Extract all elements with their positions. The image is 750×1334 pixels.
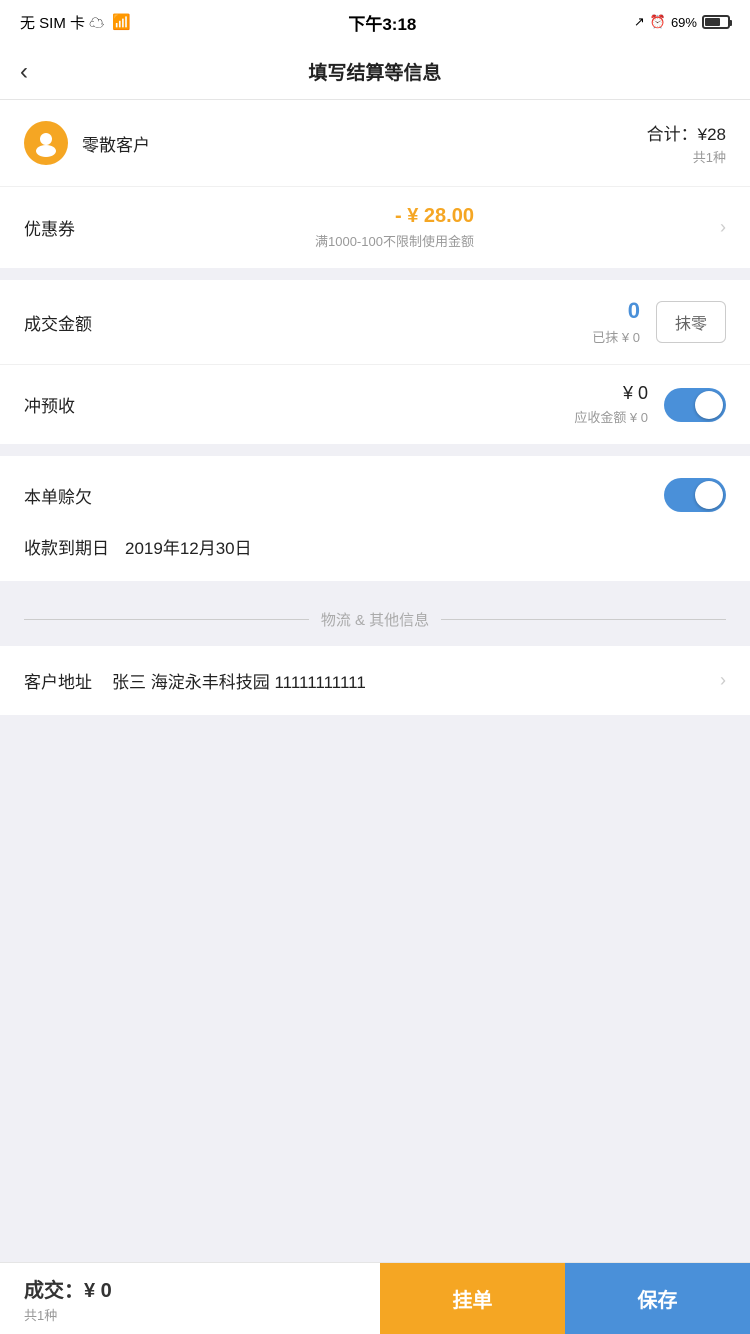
coupon-info: - ¥ 28.00 满1000-100不限制使用金额	[315, 205, 474, 250]
address-section[interactable]: 客户地址 张三 海淀永丰科技园 11111111111 ›	[0, 646, 750, 715]
advance-label: 冲预收	[24, 392, 75, 417]
duedate-label: 收款到期日	[24, 534, 109, 559]
avatar	[24, 121, 68, 165]
address-row[interactable]: 客户地址 张三 海淀永丰科技园 11111111111 ›	[0, 646, 750, 715]
page-title: 填写结算等信息	[308, 58, 441, 85]
debt-label: 本单赊欠	[24, 483, 92, 508]
empty-space	[0, 715, 750, 975]
location-icon: ↗	[634, 14, 645, 30]
address-label: 客户地址	[24, 668, 92, 693]
logistics-divider: 物流 & 其他信息	[0, 593, 750, 646]
deal-right: 0 已抹 ¥ 0 抹零	[592, 298, 726, 346]
coupon-row[interactable]: 优惠券 - ¥ 28.00 满1000-100不限制使用金额 ›	[0, 186, 750, 268]
total-amount: 合计：¥28	[647, 120, 726, 145]
divider-line-right	[441, 619, 726, 620]
advance-col: ¥ 0 应收金额 ¥ 0	[574, 383, 648, 426]
customer-info: 零散客户	[24, 121, 150, 165]
logistics-section: 物流 & 其他信息	[0, 593, 750, 646]
status-right: ↗ ⏰ 69%	[634, 14, 730, 30]
debt-toggle-thumb	[695, 481, 723, 509]
nav-bar: ‹ 填写结算等信息	[0, 44, 750, 100]
coupon-label: 优惠券	[24, 215, 75, 240]
deal-amount-col: 0 已抹 ¥ 0	[592, 298, 640, 346]
coupon-desc: 满1000-100不限制使用金额	[315, 231, 474, 250]
customer-total: 合计：¥28 共1种	[647, 120, 726, 166]
bottom-count: 共1种	[24, 1305, 356, 1324]
duedate-value: 2019年12月30日	[125, 534, 252, 559]
toggle-thumb	[695, 391, 723, 419]
round-button[interactable]: 抹零	[656, 301, 726, 343]
save-button[interactable]: 保存	[565, 1263, 750, 1334]
wifi-icon: 📶	[112, 13, 131, 31]
deal-label: 成交金额	[24, 310, 92, 335]
deal-row: 成交金额 0 已抹 ¥ 0 抹零	[0, 280, 750, 365]
divider-line-left	[24, 619, 309, 620]
advance-toggle[interactable]	[664, 388, 726, 422]
logistics-label: 物流 & 其他信息	[321, 609, 429, 630]
battery-percent: 69%	[671, 15, 697, 30]
debt-row: 本单赊欠	[0, 456, 750, 534]
bottom-deal-label: 成交：	[24, 1280, 84, 1302]
deal-amount: 0	[628, 298, 640, 324]
customer-name: 零散客户	[82, 131, 150, 156]
advance-row: 冲预收 ¥ 0 应收金额 ¥ 0	[0, 365, 750, 444]
sim-status: 无 SIM 卡 ☁	[20, 12, 104, 33]
status-left: 无 SIM 卡 ☁ 📶	[20, 12, 131, 33]
bottom-info: 成交：¥ 0 共1种	[0, 1274, 380, 1324]
address-chevron-icon: ›	[720, 670, 726, 691]
customer-section: 零散客户 合计：¥28 共1种 优惠券 - ¥ 28.00 满1000-100不…	[0, 100, 750, 268]
back-button[interactable]: ‹	[12, 50, 36, 94]
advance-right: ¥ 0 应收金额 ¥ 0	[574, 383, 726, 426]
advance-value: ¥ 0	[623, 383, 648, 404]
status-bar: 无 SIM 卡 ☁ 📶 下午3:18 ↗ ⏰ 69%	[0, 0, 750, 44]
total-count: 共1种	[647, 147, 726, 166]
alarm-icon: ⏰	[650, 14, 666, 30]
duedate-row: 收款到期日 2019年12月30日	[0, 534, 750, 581]
address-value: 张三 海淀永丰科技园 11111111111	[112, 668, 714, 693]
coupon-discount: - ¥ 28.00	[395, 205, 474, 228]
bottom-deal-value: ¥ 0	[84, 1280, 112, 1302]
status-time: 下午3:18	[348, 10, 416, 35]
deal-sub: 已抹 ¥ 0	[592, 327, 640, 346]
hold-button[interactable]: 挂单	[380, 1263, 565, 1334]
chevron-right-icon: ›	[720, 217, 726, 238]
bottom-deal: 成交：¥ 0	[24, 1274, 356, 1303]
deal-section: 成交金额 0 已抹 ¥ 0 抹零 冲预收 ¥ 0 应收金额 ¥ 0	[0, 280, 750, 444]
debt-toggle[interactable]	[664, 478, 726, 512]
bottom-bar: 成交：¥ 0 共1种 挂单 保存	[0, 1262, 750, 1334]
advance-sub: 应收金额 ¥ 0	[574, 407, 648, 426]
debt-section: 本单赊欠 收款到期日 2019年12月30日	[0, 456, 750, 581]
customer-row: 零散客户 合计：¥28 共1种	[0, 100, 750, 186]
battery-icon	[702, 15, 730, 29]
